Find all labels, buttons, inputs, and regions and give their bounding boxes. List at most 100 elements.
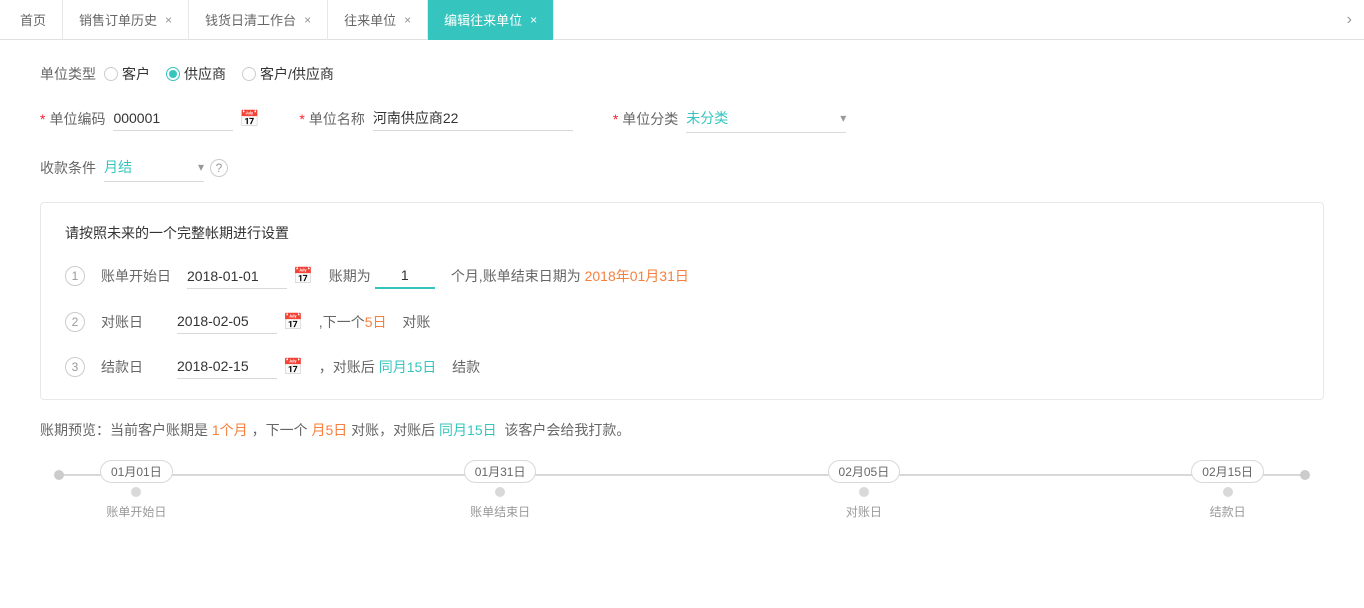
tab-edit-partner[interactable]: 编辑往来单位 × — [428, 0, 554, 40]
tab-sales-history-close[interactable]: × — [165, 13, 172, 27]
timeline-label-1: 账单开始日 — [106, 503, 166, 520]
unit-code-icon[interactable]: 📅 — [239, 109, 259, 129]
payment-value: 月结 — [104, 157, 190, 177]
radio-both-circle — [242, 67, 256, 81]
timeline-label-4: 结款日 — [1210, 503, 1246, 520]
payment-select[interactable]: 月结 ▾ — [104, 153, 204, 182]
timeline-point-2: 01月31日 账单结束日 — [464, 460, 537, 520]
preview-months: 1个月 — [212, 422, 248, 438]
unit-code-star: * — [40, 111, 45, 127]
unit-code-input[interactable] — [113, 106, 233, 131]
period-desc-3-suffix: 结款 — [448, 357, 480, 377]
radio-both[interactable]: 客户/供应商 — [242, 64, 334, 84]
unit-category-label: 单位分类 — [622, 109, 678, 129]
radio-both-label: 客户/供应商 — [260, 64, 334, 84]
period-desc-1-prefix: 账期为 — [325, 266, 371, 286]
payment-group: 收款条件 月结 ▾ ? — [40, 153, 228, 182]
unit-info-row: * 单位编码 📅 * 单位名称 * 单位分类 未分类 ▾ — [40, 104, 1324, 133]
period-box: 请按照未来的一个完整帐期进行设置 1 账单开始日 📅 账期为 个月,账单结束日期… — [40, 202, 1324, 400]
tab-cash-work[interactable]: 钱货日清工作台 × — [189, 0, 328, 40]
unit-code-label: 单位编码 — [49, 109, 105, 129]
timeline-label-2: 账单结束日 — [470, 503, 530, 520]
preview-reconcile: 月5日 — [311, 422, 347, 438]
period-num-3: 3 — [65, 357, 85, 377]
period-end-date: 2018年01月31日 — [585, 266, 689, 286]
unit-type-radio-group: 客户 供应商 客户/供应商 — [104, 64, 334, 84]
period-num-2: 2 — [65, 312, 85, 332]
unit-name-star: * — [299, 111, 304, 127]
period-field-3: 结款日 — [101, 357, 161, 377]
timeline-points-row: 01月01日 账单开始日 01月31日 账单结束日 02月05日 对账日 02月… — [60, 460, 1304, 520]
period-field-2: 对账日 — [101, 312, 161, 332]
payment-label: 收款条件 — [40, 158, 96, 178]
period-date-1[interactable] — [187, 264, 287, 289]
period-month-input[interactable] — [375, 263, 435, 289]
period-title: 请按照未来的一个完整帐期进行设置 — [65, 223, 1299, 243]
tab-home[interactable]: 首页 — [0, 0, 63, 40]
timeline-label-3: 对账日 — [846, 503, 882, 520]
period-row-3: 3 结款日 📅 ，对账后 同月15日 结款 — [65, 354, 1299, 379]
timeline-badge-2: 01月31日 — [464, 460, 537, 483]
period-row-1: 1 账单开始日 📅 账期为 个月,账单结束日期为 2018年01月31日 — [65, 263, 1299, 289]
period-cal-2[interactable]: 📅 — [283, 312, 303, 332]
period-row-2: 2 对账日 📅 ,下一个 5日 对账 — [65, 309, 1299, 334]
unit-category-group: * 单位分类 未分类 ▾ — [613, 104, 846, 133]
period-desc-3-prefix: ，对账后 — [315, 357, 379, 377]
tab-edit-partner-label: 编辑往来单位 — [444, 10, 522, 29]
period-reconcile-day: 5日 — [365, 312, 387, 332]
preview-mid2: 对账，对账后 — [351, 422, 435, 438]
timeline-badge-1: 01月01日 — [100, 460, 173, 483]
unit-category-arrow-icon: ▾ — [840, 111, 846, 125]
tab-cash-work-label: 钱货日清工作台 — [205, 10, 296, 29]
timeline-dot-3 — [859, 487, 869, 497]
tab-partner-unit-label: 往来单位 — [344, 10, 396, 29]
payment-row: 收款条件 月结 ▾ ? — [40, 153, 1324, 182]
radio-supplier-label: 供应商 — [184, 64, 226, 84]
unit-type-label: 单位类型 — [40, 64, 96, 84]
period-cal-1[interactable]: 📅 — [293, 266, 313, 286]
radio-customer-circle — [104, 67, 118, 81]
payment-arrow-icon: ▾ — [198, 160, 204, 174]
period-cal-3[interactable]: 📅 — [283, 357, 303, 377]
tab-cash-work-close[interactable]: × — [304, 13, 311, 27]
tab-home-label: 首页 — [20, 10, 46, 29]
unit-category-select[interactable]: 未分类 ▾ — [686, 104, 846, 133]
preview-payment: 同月15日 — [439, 422, 497, 438]
tab-sales-history[interactable]: 销售订单历史 × — [63, 0, 189, 40]
unit-name-label: 单位名称 — [309, 109, 365, 129]
unit-type-group: 单位类型 客户 供应商 客户/供应商 — [40, 64, 334, 84]
timeline-dot-2 — [495, 487, 505, 497]
period-desc-2-suffix: 对账 — [399, 312, 431, 332]
timeline-point-4: 02月15日 结款日 — [1191, 460, 1264, 520]
timeline-point-1: 01月01日 账单开始日 — [100, 460, 173, 520]
timeline-point-3: 02月05日 对账日 — [828, 460, 901, 520]
timeline-end-dot — [1300, 470, 1310, 480]
unit-name-input[interactable] — [373, 106, 573, 131]
content-area: 单位类型 客户 供应商 客户/供应商 * 单位编码 — [0, 40, 1364, 608]
unit-code-group: * 单位编码 📅 — [40, 106, 259, 131]
period-desc-1-suffix: 个月,账单结束日期为 — [451, 266, 585, 286]
unit-category-value: 未分类 — [686, 108, 832, 128]
period-date-2[interactable] — [177, 309, 277, 334]
period-field-1: 账单开始日 — [101, 266, 171, 286]
tab-more-arrow[interactable]: › — [1335, 11, 1364, 29]
period-date-3[interactable] — [177, 354, 277, 379]
timeline-dot-1 — [131, 487, 141, 497]
tab-edit-partner-close[interactable]: × — [530, 13, 537, 27]
unit-type-row: 单位类型 客户 供应商 客户/供应商 — [40, 64, 1324, 84]
payment-help-icon[interactable]: ? — [210, 159, 228, 177]
radio-supplier-circle — [166, 67, 180, 81]
period-num-1: 1 — [65, 266, 85, 286]
timeline-badge-3: 02月05日 — [828, 460, 901, 483]
radio-customer[interactable]: 客户 — [104, 64, 150, 84]
timeline-start-dot — [54, 470, 64, 480]
period-payment-day: 同月15日 — [379, 357, 437, 377]
period-desc-2-prefix: ,下一个 — [315, 312, 365, 332]
timeline: 01月01日 账单开始日 01月31日 账单结束日 02月05日 对账日 02月… — [60, 460, 1304, 530]
timeline-dot-4 — [1223, 487, 1233, 497]
unit-name-group: * 单位名称 — [299, 106, 572, 131]
radio-customer-label: 客户 — [122, 64, 150, 84]
radio-supplier[interactable]: 供应商 — [166, 64, 226, 84]
tab-partner-unit-close[interactable]: × — [404, 13, 411, 27]
tab-partner-unit[interactable]: 往来单位 × — [328, 0, 428, 40]
